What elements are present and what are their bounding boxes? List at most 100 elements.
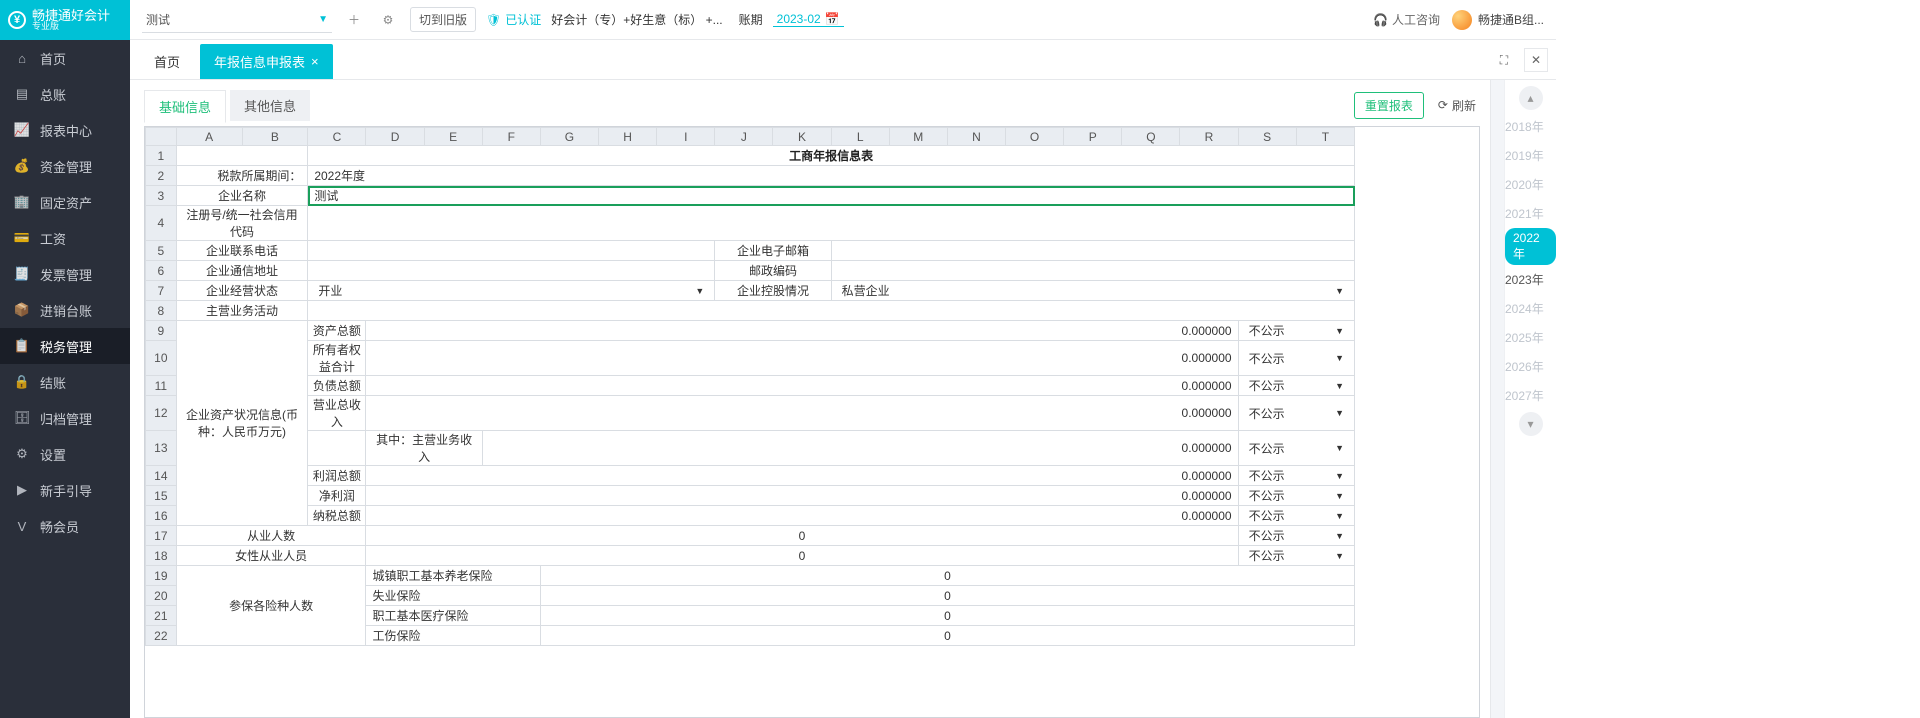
company-name-label[interactable]: 企业名称 — [176, 186, 308, 206]
female-value[interactable]: 0 — [366, 546, 1238, 566]
insurance-row-label-3[interactable]: 工伤保险 — [366, 626, 540, 646]
company-selector[interactable]: 测试 ▼ — [142, 7, 332, 33]
email-cell[interactable] — [831, 241, 1354, 261]
row-21[interactable]: 21 — [146, 606, 177, 626]
row-4[interactable]: 4 — [146, 206, 177, 241]
user-menu[interactable]: 畅捷通B组... — [1452, 10, 1544, 30]
scrollbar[interactable] — [1490, 80, 1504, 718]
row-19[interactable]: 19 — [146, 566, 177, 586]
tab-home[interactable]: 首页 — [140, 44, 194, 79]
asset-row-value-4[interactable]: 0.000000 — [482, 431, 1238, 466]
postcode-label[interactable]: 邮政编码 — [715, 261, 831, 281]
employees-label[interactable]: 从业人数 — [176, 526, 366, 546]
postcode-cell[interactable] — [831, 261, 1354, 281]
col-D[interactable]: D — [366, 128, 424, 146]
main-biz-cell[interactable] — [308, 301, 1355, 321]
reg-no-cell[interactable] — [308, 206, 1355, 241]
sidebar-item-1[interactable]: ▤总账 — [0, 76, 130, 112]
asset-row-label-3[interactable]: 营业总收入 — [308, 396, 366, 431]
sidebar-item-7[interactable]: 📦进销台账 — [0, 292, 130, 328]
col-O[interactable]: O — [1006, 128, 1064, 146]
insurance-row-value-1[interactable]: 0 — [540, 586, 1354, 606]
col-Q[interactable]: Q — [1122, 128, 1180, 146]
asset-row-value-7[interactable]: 0.000000 — [366, 506, 1238, 526]
sidebar-item-13[interactable]: V畅会员 — [0, 508, 130, 544]
row-11[interactable]: 11 — [146, 376, 177, 396]
row-6[interactable]: 6 — [146, 261, 177, 281]
row-7[interactable]: 7 — [146, 281, 177, 301]
period-selector[interactable]: 2023-02 📅 — [773, 12, 844, 27]
sidebar-item-9[interactable]: 🔒结账 — [0, 364, 130, 400]
employees-disclose[interactable]: 不公示▼ — [1238, 526, 1354, 546]
row-14[interactable]: 14 — [146, 466, 177, 486]
asset-row-disclose-2[interactable]: 不公示▼ — [1238, 376, 1354, 396]
col-R[interactable]: R — [1180, 128, 1238, 146]
year-down-button[interactable]: ▾ — [1519, 412, 1543, 436]
col-I[interactable]: I — [657, 128, 715, 146]
addr-label[interactable]: 企业通信地址 — [176, 261, 308, 281]
col-G[interactable]: G — [540, 128, 598, 146]
reset-report-button[interactable]: 重置报表 — [1354, 92, 1424, 119]
insurance-row-label-0[interactable]: 城镇职工基本养老保险 — [366, 566, 540, 586]
row-20[interactable]: 20 — [146, 586, 177, 606]
year-2018年[interactable]: 2018年 — [1505, 112, 1556, 141]
tab-close-icon[interactable]: × — [311, 54, 319, 69]
asset-row-label-0[interactable]: 资产总额 — [308, 321, 366, 341]
sidebar-item-12[interactable]: ▶新手引导 — [0, 472, 130, 508]
holding-cell[interactable]: 私营企业▼ — [831, 281, 1354, 301]
year-2019年[interactable]: 2019年 — [1505, 141, 1556, 170]
col-F[interactable]: F — [482, 128, 540, 146]
close-all-tabs-icon[interactable]: ✕ — [1524, 48, 1548, 72]
col-B[interactable]: B — [242, 128, 308, 146]
asset-row-value-3[interactable]: 0.000000 — [366, 396, 1238, 431]
asset-row-label-1[interactable]: 所有者权益合计 — [308, 341, 366, 376]
reg-no-label[interactable]: 注册号/统一社会信用代码 — [176, 206, 308, 241]
asset-spacer[interactable] — [308, 431, 366, 466]
sidebar-item-10[interactable]: 🗄归档管理 — [0, 400, 130, 436]
row-9[interactable]: 9 — [146, 321, 177, 341]
sidebar-item-6[interactable]: 🧾发票管理 — [0, 256, 130, 292]
asset-row-label-7[interactable]: 纳税总额 — [308, 506, 366, 526]
sidebar-item-11[interactable]: ⚙设置 — [0, 436, 130, 472]
tab-annual-report[interactable]: 年报信息申报表 × — [200, 44, 333, 79]
asset-row-disclose-6[interactable]: 不公示▼ — [1238, 486, 1354, 506]
col-S[interactable]: S — [1238, 128, 1296, 146]
fullscreen-icon[interactable]: ⛶ — [1492, 48, 1516, 72]
year-up-button[interactable]: ▴ — [1519, 86, 1543, 110]
year-2025年[interactable]: 2025年 — [1505, 323, 1556, 352]
row-22[interactable]: 22 — [146, 626, 177, 646]
col-M[interactable]: M — [889, 128, 947, 146]
asset-row-label-2[interactable]: 负债总额 — [308, 376, 366, 396]
year-2023年[interactable]: 2023年 — [1505, 265, 1556, 294]
asset-row-disclose-1[interactable]: 不公示▼ — [1238, 341, 1354, 376]
year-2024年[interactable]: 2024年 — [1505, 294, 1556, 323]
row-13[interactable]: 13 — [146, 431, 177, 466]
corner-cell[interactable] — [146, 128, 177, 146]
sidebar-item-3[interactable]: 💰资金管理 — [0, 148, 130, 184]
tax-period-value[interactable]: 2022年度 — [308, 166, 1355, 186]
col-J[interactable]: J — [715, 128, 773, 146]
sidebar-item-8[interactable]: 📋税务管理 — [0, 328, 130, 364]
row-15[interactable]: 15 — [146, 486, 177, 506]
subtab-other[interactable]: 其他信息 — [230, 90, 310, 121]
company-name-cell[interactable]: 测试 — [308, 186, 1355, 206]
sidebar-item-4[interactable]: 🏢固定资产 — [0, 184, 130, 220]
asset-row-label-6[interactable]: 净利润 — [308, 486, 366, 506]
subtab-basic[interactable]: 基础信息 — [144, 90, 226, 123]
col-T[interactable]: T — [1296, 128, 1354, 146]
col-H[interactable]: H — [599, 128, 657, 146]
asset-row-disclose-7[interactable]: 不公示▼ — [1238, 506, 1354, 526]
main-biz-label[interactable]: 主营业务活动 — [176, 301, 308, 321]
tax-period-label[interactable]: 税款所属期间： — [176, 166, 308, 186]
switch-old-button[interactable]: 切到旧版 — [410, 7, 476, 32]
row-17[interactable]: 17 — [146, 526, 177, 546]
sidebar-item-5[interactable]: 💳工资 — [0, 220, 130, 256]
row-2[interactable]: 2 — [146, 166, 177, 186]
row-1[interactable]: 1 — [146, 146, 177, 166]
row-8[interactable]: 8 — [146, 301, 177, 321]
sidebar-item-2[interactable]: 📈报表中心 — [0, 112, 130, 148]
asset-row-disclose-3[interactable]: 不公示▼ — [1238, 396, 1354, 431]
asset-block-label[interactable]: 企业资产状况信息(币种：人民币万元) — [176, 321, 308, 526]
asset-row-disclose-5[interactable]: 不公示▼ — [1238, 466, 1354, 486]
insurance-row-label-1[interactable]: 失业保险 — [366, 586, 540, 606]
